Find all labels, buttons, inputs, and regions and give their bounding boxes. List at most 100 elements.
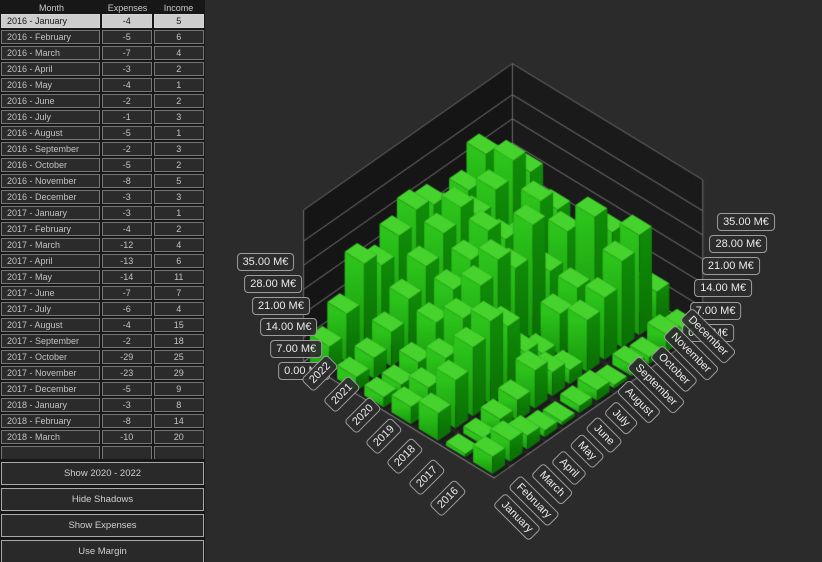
table-row[interactable]: 2017 - June -7 7 (1, 286, 204, 300)
month-cell: 2016 - February (1, 30, 101, 44)
table-row[interactable]: 2016 - March -7 4 (1, 46, 204, 60)
month-cell: 2017 - February (1, 222, 101, 236)
table-row[interactable]: 2017 - January -3 1 (1, 206, 204, 220)
income-cell: 3 (153, 190, 204, 204)
table-row[interactable]: 2016 - September -2 3 (1, 142, 204, 156)
month-cell: 2016 - January (1, 14, 101, 28)
month-cell: 2017 - September (1, 334, 101, 348)
expenses-cell: -5 (102, 382, 152, 396)
income-cell: 1 (153, 126, 204, 140)
income-cell: 4 (153, 238, 204, 252)
month-cell: 2016 - December (1, 190, 101, 204)
table-row[interactable]: 2017 - March -12 4 (1, 238, 204, 252)
income-cell: 14 (153, 414, 204, 428)
table-row[interactable]: 2017 - August -4 15 (1, 318, 204, 332)
table-row[interactable]: 2017 - November -23 29 (1, 366, 204, 380)
month-cell: 2017 - October (1, 350, 101, 364)
month-cell: 2016 - June (1, 94, 101, 108)
month-cell: 2017 - July (1, 302, 101, 316)
income-cell: 6 (153, 254, 204, 268)
sidebar: Month Expenses Income 2016 - January -4 5 2… (0, 0, 205, 562)
use-margin-button[interactable]: Use Margin (1, 540, 204, 562)
income-cell: 5 (153, 14, 204, 28)
table-row[interactable]: 2017 - February -4 2 (1, 222, 204, 236)
table-row[interactable]: 2017 - May -14 11 (1, 270, 204, 284)
table-row[interactable]: 2017 - July -6 4 (1, 302, 204, 316)
column-header-month: Month (38, 2, 64, 13)
month-cell: 2017 - May (1, 270, 101, 284)
income-cell: 1 (153, 206, 204, 220)
expenses-cell: -10 (102, 430, 152, 444)
expenses-cell: -6 (102, 302, 152, 316)
income-cell: 11 (153, 270, 204, 284)
chart-area: 0.00 M€ 7.00 M€ 14.00 M€ 21.00 M€ 28.00 M€ 35… (205, 0, 822, 562)
income-cell: 18 (153, 334, 204, 348)
month-cell: 2016 - May (1, 78, 101, 92)
month-cell: 2017 - August (1, 318, 101, 332)
table-row[interactable]: 2017 - April -13 6 (1, 254, 204, 268)
expenses-cell: -4 (102, 318, 152, 332)
expenses-cell: -1 (102, 110, 152, 124)
column-header-income: Income (163, 2, 194, 13)
table-row[interactable]: 2016 - April -3 2 (1, 62, 204, 76)
show-range-button[interactable]: Show 2020 - 2022 (1, 462, 204, 485)
month-cell: 2017 - April (1, 254, 101, 268)
month-cell: 2017 - December (1, 382, 101, 396)
expenses-cell: -13 (102, 254, 152, 268)
expenses-cell: -4 (102, 14, 152, 28)
table-row[interactable]: 2016 - October -5 2 (1, 158, 204, 172)
income-cell: 9 (153, 382, 204, 396)
table-row[interactable]: 2017 - October -29 25 (1, 350, 204, 364)
expenses-cell: -5 (102, 126, 152, 140)
expenses-cell: -3 (102, 206, 152, 220)
month-cell: 2016 - October (1, 158, 101, 172)
month-cell: 2018 - January (1, 398, 101, 412)
expenses-cell: -7 (102, 286, 152, 300)
income-cell: 3 (153, 110, 204, 124)
month-cell: 2017 - June (1, 286, 101, 300)
expenses-cell: -3 (102, 398, 152, 412)
income-cell: 3 (153, 142, 204, 156)
button-stack: Show 2020 - 2022 Hide Shadows Show Expen… (1, 459, 204, 562)
table-header: Month Expenses Income (1, 1, 204, 14)
expenses-cell: -3 (102, 62, 152, 76)
table-row[interactable]: 2016 - June -2 2 (1, 94, 204, 108)
income-cell: 1 (153, 78, 204, 92)
table-row[interactable]: 2018 - February -8 14 (1, 414, 204, 428)
table-row[interactable]: 2016 - November -8 5 (1, 174, 204, 188)
hide-shadows-button[interactable]: Hide Shadows (1, 488, 204, 511)
data-table: 2016 - January -4 5 2016 - February -5 6 2016 … (1, 14, 204, 459)
month-cell: 2016 - April (1, 62, 101, 76)
income-cell: 29 (153, 366, 204, 380)
table-row[interactable]: 2016 - December -3 3 (1, 190, 204, 204)
expenses-cell: -3 (102, 190, 152, 204)
expenses-cell: -7 (102, 46, 152, 60)
table-row[interactable]: 2016 - February -5 6 (1, 30, 204, 44)
income-cell: 5 (153, 174, 204, 188)
table-row[interactable]: 2018 - March -10 20 (1, 430, 204, 444)
bars-3d-chart[interactable] (205, 0, 822, 562)
table-row[interactable]: 2017 - December -5 9 (1, 382, 204, 396)
table-row[interactable]: 2016 - July -1 3 (1, 110, 204, 124)
income-cell: 7 (153, 286, 204, 300)
income-cell: 20 (153, 430, 204, 444)
expenses-cell: -2 (102, 334, 152, 348)
month-cell: 2016 - August (1, 126, 101, 140)
expenses-cell: -4 (102, 222, 152, 236)
income-cell: 8 (153, 398, 204, 412)
expenses-cell: -12 (102, 238, 152, 252)
table-row[interactable]: 2016 - January -4 5 (1, 14, 204, 28)
table-row[interactable]: 2016 - May -4 1 (1, 78, 204, 92)
income-cell: 25 (153, 350, 204, 364)
expenses-cell: -23 (102, 366, 152, 380)
table-row[interactable]: 2018 - January -3 8 (1, 398, 204, 412)
expenses-cell: -4 (102, 78, 152, 92)
month-cell: 2016 - September (1, 142, 101, 156)
table-row[interactable]: 2017 - September -2 18 (1, 334, 204, 348)
column-header-expenses: Expenses (107, 2, 148, 13)
table-row[interactable]: 2016 - August -5 1 (1, 126, 204, 140)
show-expenses-button[interactable]: Show Expenses (1, 514, 204, 537)
expenses-cell: -2 (102, 94, 152, 108)
income-cell: 2 (153, 94, 204, 108)
expenses-cell: -8 (102, 174, 152, 188)
